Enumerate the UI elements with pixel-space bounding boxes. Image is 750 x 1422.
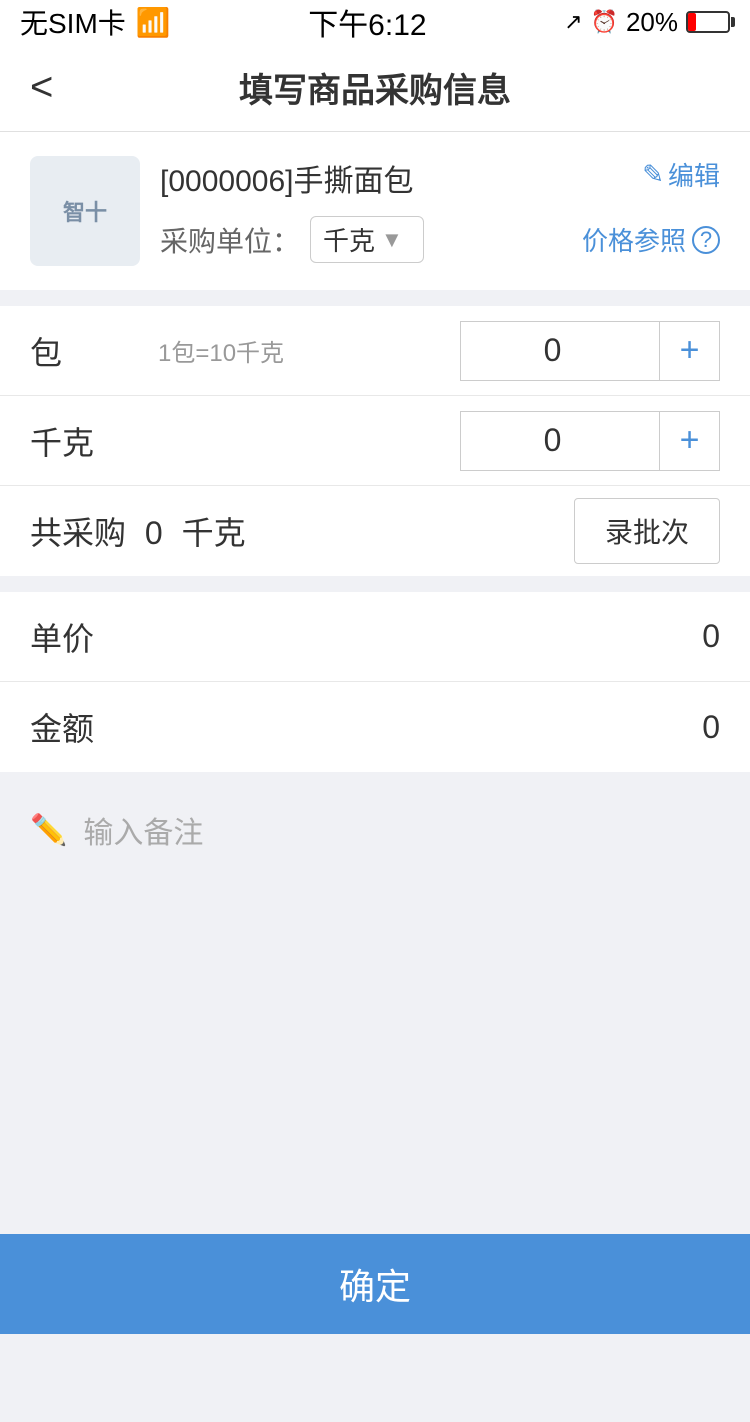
price-ref-label: 价格参照 <box>582 221 686 258</box>
wifi-icon: 📶 <box>136 6 171 39</box>
section-divider-2 <box>0 584 750 592</box>
remark-section[interactable]: ✏️ 输入备注 <box>0 780 750 880</box>
back-button[interactable]: < <box>30 65 53 110</box>
unit-select[interactable]: 千克 ▼ <box>310 216 424 263</box>
unit-label: 采购单位： 千克 ▼ <box>160 216 424 263</box>
info-icon: ? <box>692 226 720 254</box>
location-icon: ↗ <box>564 9 582 35</box>
product-info: [0000006]手撕面包 ✎ 编辑 采购单位： 千克 ▼ 价格参照 ? <box>160 156 720 263</box>
unit-value: 千克 <box>323 221 375 258</box>
amount-label: 金额 <box>30 704 94 750</box>
total-label-text: 共采购 <box>30 515 126 551</box>
total-unit: 千克 <box>182 515 246 551</box>
nav-bar: < 填写商品采购信息 <box>0 44 750 132</box>
section-divider-1 <box>0 298 750 306</box>
product-card: 智十 [0000006]手撕面包 ✎ 编辑 采购单位： 千克 ▼ <box>0 132 750 298</box>
bag-input-row: 包 1包=10千克 + <box>0 306 750 396</box>
price-section: 单价 0 金额 0 <box>0 592 750 780</box>
kg-plus-button[interactable]: + <box>660 411 720 471</box>
product-logo-text: 智十 <box>63 195 107 227</box>
bag-label: 包 <box>30 328 150 374</box>
confirm-button[interactable]: 确定 <box>0 1234 750 1334</box>
edit-label: 编辑 <box>668 156 720 193</box>
kg-label: 千克 <box>30 418 150 464</box>
total-amount: 0 <box>145 515 163 551</box>
kg-input-row: 千克 + <box>0 396 750 486</box>
unit-label-text: 采购单位： <box>160 220 300 260</box>
bag-input-right: + <box>460 321 720 381</box>
kg-input[interactable] <box>460 411 660 471</box>
remark-placeholder: 输入备注 <box>83 808 203 852</box>
product-name: [0000006]手撕面包 <box>160 156 413 200</box>
status-bar: 无SIM卡 📶 下午6:12 ↗ ⏰ 20% <box>0 0 750 44</box>
bag-input[interactable] <box>460 321 660 381</box>
unit-price-value: 0 <box>702 618 720 655</box>
batch-button[interactable]: 录批次 <box>574 498 720 564</box>
product-header: [0000006]手撕面包 ✎ 编辑 <box>160 156 720 200</box>
total-row: 共采购 0 千克 录批次 <box>0 486 750 576</box>
status-right: ↗ ⏰ 20% <box>564 7 730 38</box>
battery-percent: 20% <box>626 7 678 38</box>
alarm-icon: ⏰ <box>591 9 618 35</box>
carrier-text: 无SIM卡 <box>20 2 126 42</box>
battery-icon <box>686 11 730 33</box>
total-label-group: 共采购 0 千克 <box>30 508 246 554</box>
edit-button[interactable]: ✎ 编辑 <box>642 156 720 193</box>
page-title: 填写商品采购信息 <box>239 63 511 112</box>
amount-row: 金额 0 <box>0 682 750 772</box>
product-image: 智十 <box>30 156 140 266</box>
bag-hint: 1包=10千克 <box>158 333 284 368</box>
kg-input-right: + <box>460 411 720 471</box>
unit-price-row: 单价 0 <box>0 592 750 682</box>
total-section: 共采购 0 千克 录批次 <box>0 486 750 584</box>
edit-icon: ✎ <box>642 159 664 190</box>
pencil-icon: ✏️ <box>30 813 67 848</box>
quantity-input-section: 包 1包=10千克 + 千克 + <box>0 306 750 486</box>
price-ref-button[interactable]: 价格参照 ? <box>582 221 720 258</box>
chevron-down-icon: ▼ <box>381 227 403 253</box>
unit-price-label: 单价 <box>30 614 94 660</box>
amount-value: 0 <box>702 709 720 746</box>
bag-plus-button[interactable]: + <box>660 321 720 381</box>
status-left: 无SIM卡 📶 <box>20 2 171 42</box>
status-time: 下午6:12 <box>308 0 426 44</box>
product-unit-row: 采购单位： 千克 ▼ 价格参照 ? <box>160 216 720 263</box>
